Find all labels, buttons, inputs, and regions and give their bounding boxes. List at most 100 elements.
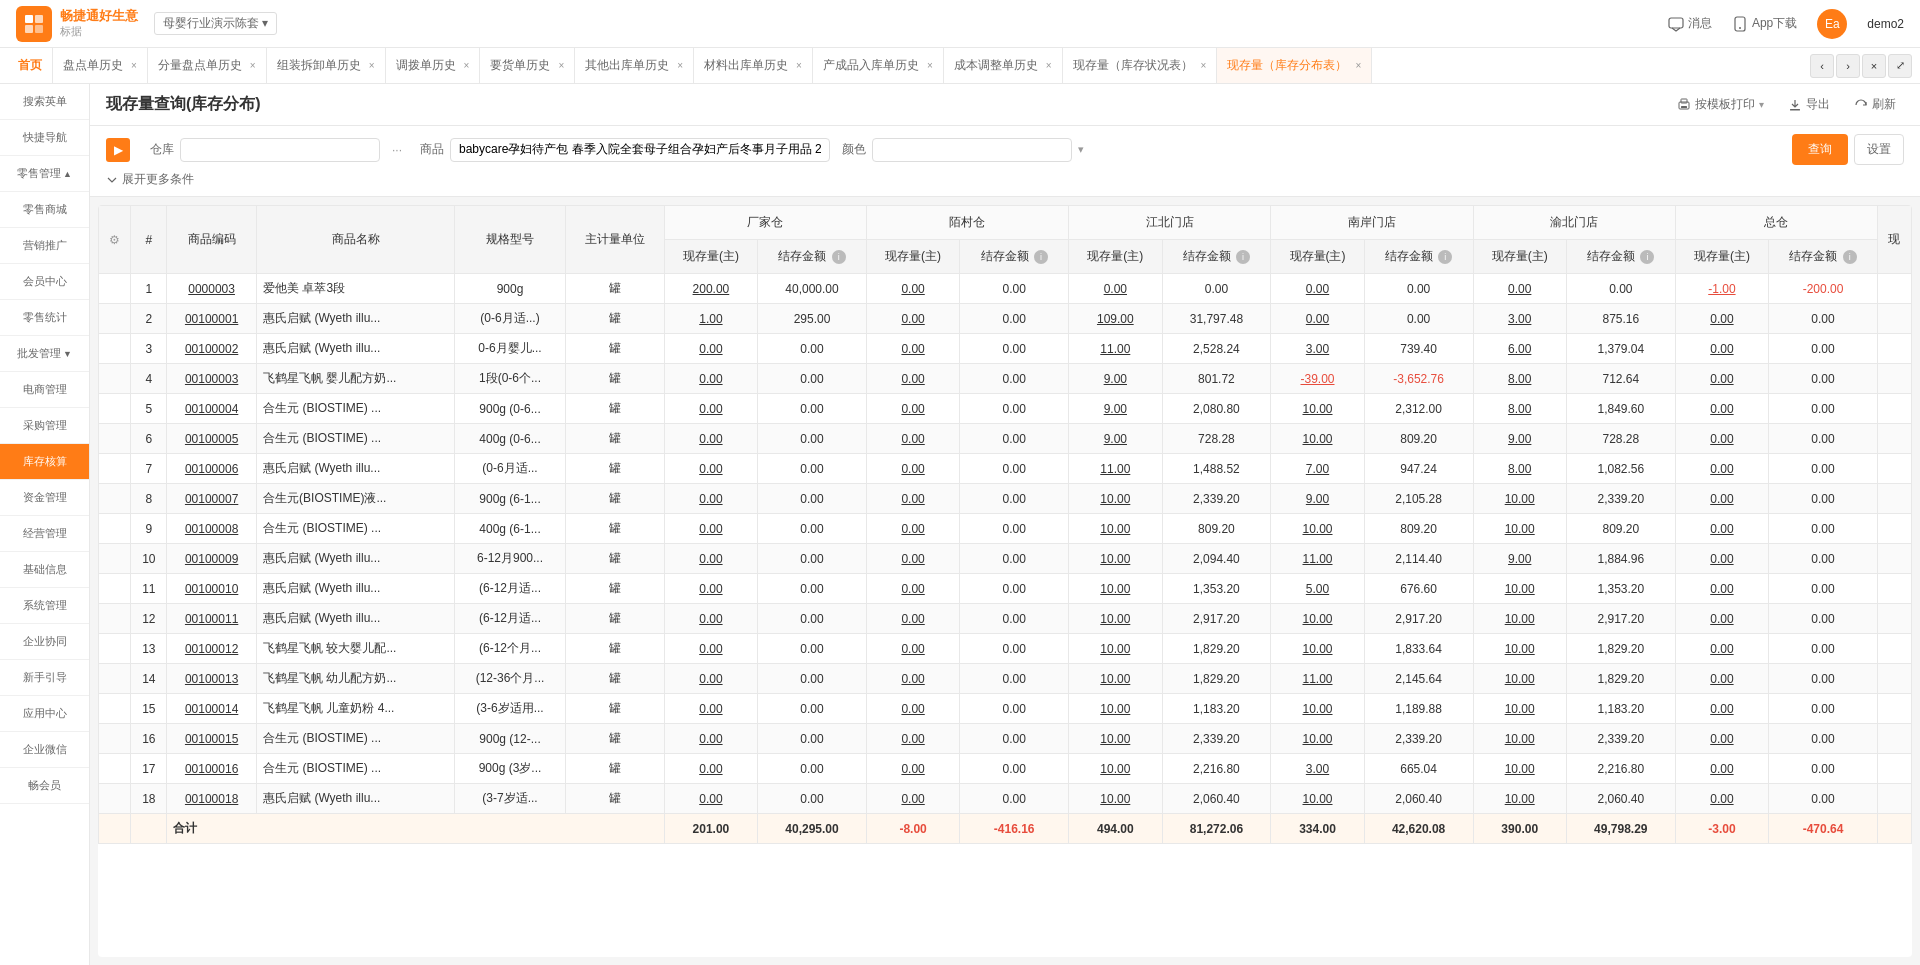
info-icon[interactable]: i	[1640, 250, 1654, 264]
row-total-qty[interactable]: 0.00	[1675, 364, 1768, 394]
industry-selector[interactable]: 母婴行业演示陈套 ▾	[154, 12, 277, 35]
row-nanan-qty[interactable]: -39.00	[1271, 364, 1364, 394]
row-factory-qty[interactable]: 0.00	[664, 364, 757, 394]
info-icon[interactable]: i	[832, 250, 846, 264]
row-mucun-qty[interactable]: 0.00	[866, 454, 959, 484]
row-mucun-qty[interactable]: 0.00	[866, 544, 959, 574]
row-factory-qty[interactable]: 0.00	[664, 544, 757, 574]
goods-input[interactable]	[450, 138, 830, 162]
row-mucun-qty[interactable]: 0.00	[866, 694, 959, 724]
row-mucun-qty[interactable]: 0.00	[866, 574, 959, 604]
row-factory-qty[interactable]: 0.00	[664, 724, 757, 754]
row-yubei-qty[interactable]: 9.00	[1473, 424, 1566, 454]
color-input[interactable]	[872, 138, 1072, 162]
sidebar-item-ecommerce[interactable]: 电商管理	[0, 372, 89, 408]
row-jiangbei-qty[interactable]: 11.00	[1069, 454, 1162, 484]
tab-chengpin[interactable]: 产成品入库单历史 ×	[813, 48, 944, 84]
tab-home[interactable]: 首页	[8, 48, 53, 84]
row-total-qty[interactable]: 0.00	[1675, 454, 1768, 484]
row-jiangbei-qty[interactable]: 11.00	[1069, 334, 1162, 364]
row-jiangbei-qty[interactable]: 0.00	[1069, 274, 1162, 304]
close-icon[interactable]: ×	[369, 60, 375, 71]
row-code[interactable]: 00100005	[167, 424, 257, 454]
row-yubei-qty[interactable]: 10.00	[1473, 604, 1566, 634]
row-total-qty[interactable]: 0.00	[1675, 664, 1768, 694]
print-btn[interactable]: 按模板打印 ▾	[1669, 92, 1772, 117]
row-total-qty[interactable]: 0.00	[1675, 574, 1768, 604]
sidebar-item-operation[interactable]: 经营管理	[0, 516, 89, 552]
nav-expand-btn[interactable]: ⤢	[1888, 54, 1912, 78]
row-mucun-qty[interactable]: 0.00	[866, 754, 959, 784]
row-total-qty[interactable]: 0.00	[1675, 334, 1768, 364]
row-nanan-qty[interactable]: 10.00	[1271, 634, 1364, 664]
row-factory-qty[interactable]: 0.00	[664, 694, 757, 724]
row-jiangbei-qty[interactable]: 10.00	[1069, 664, 1162, 694]
row-total-qty[interactable]: 0.00	[1675, 784, 1768, 814]
setting-btn[interactable]: 设置	[1854, 134, 1904, 165]
warehouse-ellipsis-btn[interactable]: ···	[386, 143, 408, 157]
row-jiangbei-qty[interactable]: 10.00	[1069, 634, 1162, 664]
row-code[interactable]: 00100011	[167, 604, 257, 634]
row-nanan-qty[interactable]: 5.00	[1271, 574, 1364, 604]
row-jiangbei-qty[interactable]: 10.00	[1069, 574, 1162, 604]
row-factory-qty[interactable]: 200.00	[664, 274, 757, 304]
row-jiangbei-qty[interactable]: 109.00	[1069, 304, 1162, 334]
sidebar-item-retail-stat[interactable]: 零售统计	[0, 300, 89, 336]
row-factory-qty[interactable]: 0.00	[664, 454, 757, 484]
app-download-btn[interactable]: App下载	[1732, 15, 1797, 32]
row-nanan-qty[interactable]: 10.00	[1271, 724, 1364, 754]
row-mucun-qty[interactable]: 0.00	[866, 484, 959, 514]
sidebar-item-member2[interactable]: 畅会员	[0, 768, 89, 804]
row-yubei-qty[interactable]: 10.00	[1473, 514, 1566, 544]
row-jiangbei-qty[interactable]: 10.00	[1069, 784, 1162, 814]
col-gear[interactable]: ⚙	[99, 206, 131, 274]
row-yubei-qty[interactable]: 10.00	[1473, 724, 1566, 754]
row-mucun-qty[interactable]: 0.00	[866, 334, 959, 364]
row-code[interactable]: 00100008	[167, 514, 257, 544]
row-nanan-qty[interactable]: 7.00	[1271, 454, 1364, 484]
row-code[interactable]: 00100004	[167, 394, 257, 424]
row-total-qty[interactable]: 0.00	[1675, 424, 1768, 454]
row-factory-qty[interactable]: 1.00	[664, 304, 757, 334]
row-code[interactable]: 00100018	[167, 784, 257, 814]
tab-fenpandian[interactable]: 分量盘点单历史 ×	[148, 48, 267, 84]
row-yubei-qty[interactable]: 10.00	[1473, 754, 1566, 784]
row-jiangbei-qty[interactable]: 10.00	[1069, 514, 1162, 544]
row-nanan-qty[interactable]: 10.00	[1271, 424, 1364, 454]
row-yubei-qty[interactable]: 10.00	[1473, 664, 1566, 694]
sidebar-item-apps[interactable]: 应用中心	[0, 696, 89, 732]
row-mucun-qty[interactable]: 0.00	[866, 364, 959, 394]
row-nanan-qty[interactable]: 0.00	[1271, 274, 1364, 304]
row-code[interactable]: 00100012	[167, 634, 257, 664]
close-icon[interactable]: ×	[796, 60, 802, 71]
row-total-qty[interactable]: 0.00	[1675, 394, 1768, 424]
row-yubei-qty[interactable]: 8.00	[1473, 454, 1566, 484]
sidebar-item-wholesale[interactable]: 批发管理 ▼	[0, 336, 89, 372]
close-icon[interactable]: ×	[1355, 60, 1361, 71]
sidebar-item-purchase[interactable]: 采购管理	[0, 408, 89, 444]
tab-xiancunliang-dist[interactable]: 现存量（库存分布表） ×	[1217, 48, 1372, 84]
tab-qitachuku[interactable]: 其他出库单历史 ×	[575, 48, 694, 84]
tab-liaochuku[interactable]: 材料出库单历史 ×	[694, 48, 813, 84]
row-mucun-qty[interactable]: 0.00	[866, 664, 959, 694]
row-nanan-qty[interactable]: 0.00	[1271, 304, 1364, 334]
row-code[interactable]: 00100013	[167, 664, 257, 694]
row-code[interactable]: 0000003	[167, 274, 257, 304]
close-icon[interactable]: ×	[464, 60, 470, 71]
row-jiangbei-qty[interactable]: 10.00	[1069, 544, 1162, 574]
row-mucun-qty[interactable]: 0.00	[866, 394, 959, 424]
row-nanan-qty[interactable]: 11.00	[1271, 544, 1364, 574]
row-jiangbei-qty[interactable]: 10.00	[1069, 604, 1162, 634]
row-nanan-qty[interactable]: 9.00	[1271, 484, 1364, 514]
nav-next-btn[interactable]: ›	[1836, 54, 1860, 78]
message-btn[interactable]: 消息	[1668, 15, 1712, 32]
row-mucun-qty[interactable]: 0.00	[866, 724, 959, 754]
row-mucun-qty[interactable]: 0.00	[866, 274, 959, 304]
row-total-qty[interactable]: 0.00	[1675, 754, 1768, 784]
close-icon[interactable]: ×	[558, 60, 564, 71]
row-yubei-qty[interactable]: 8.00	[1473, 364, 1566, 394]
row-factory-qty[interactable]: 0.00	[664, 514, 757, 544]
info-icon[interactable]: i	[1843, 250, 1857, 264]
row-yubei-qty[interactable]: 0.00	[1473, 274, 1566, 304]
row-yubei-qty[interactable]: 9.00	[1473, 544, 1566, 574]
